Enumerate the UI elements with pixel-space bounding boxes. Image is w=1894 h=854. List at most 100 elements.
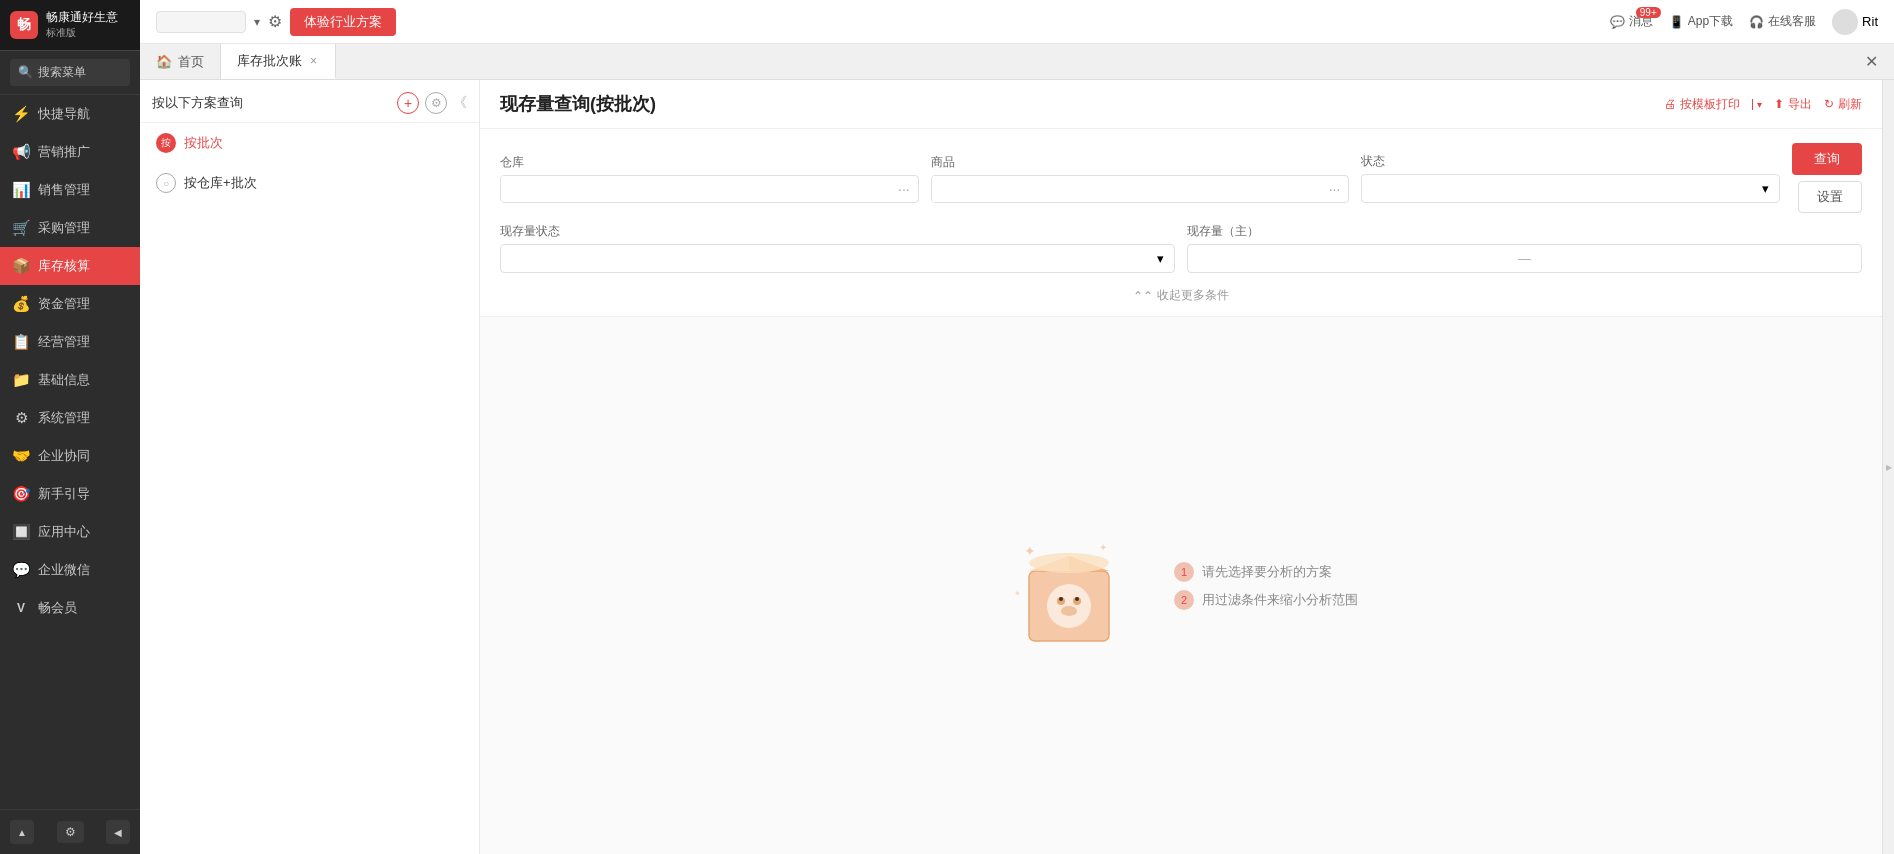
sidebar-item-label: 资金管理 xyxy=(38,295,90,313)
tab-close-button[interactable]: × xyxy=(308,54,319,68)
sidebar-item-label: 库存核算 xyxy=(38,257,90,275)
chevron-down-icon: ▾ xyxy=(1762,181,1769,196)
warehouse-filter-group: 仓库 ··· xyxy=(500,154,919,203)
breadcrumb-input[interactable] xyxy=(156,11,246,33)
sidebar-item-purchase[interactable]: 🛒 采购管理 xyxy=(0,209,140,247)
tab-home-label: 首页 xyxy=(178,53,204,71)
topbar: ▾ ⚙ 体验行业方案 💬 消息 99+ 📱 App下载 🎧 在线客服 Rit xyxy=(140,0,1894,44)
query-button[interactable]: 查询 xyxy=(1792,143,1862,175)
experience-button[interactable]: 体验行业方案 xyxy=(290,8,396,36)
refresh-button[interactable]: ↻ 刷新 xyxy=(1824,96,1862,113)
product-input[interactable] xyxy=(932,176,1321,202)
warehouse-input[interactable] xyxy=(501,176,890,202)
guide-icon: 🎯 xyxy=(12,485,30,503)
sidebar-item-quick-nav[interactable]: ⚡ 快捷导航 xyxy=(0,95,140,133)
topbar-settings-button[interactable]: ⚙ xyxy=(268,12,282,31)
sidebar-item-finance[interactable]: 💰 资金管理 xyxy=(0,285,140,323)
export-button[interactable]: ⬆ 导出 xyxy=(1774,96,1812,113)
sidebar-item-member[interactable]: V 畅会员 xyxy=(0,589,140,627)
scheme-item-by-warehouse-batch[interactable]: ○ 按仓库+批次 xyxy=(140,163,479,203)
scroll-up-button[interactable]: ▲ xyxy=(10,820,34,844)
topbar-left: ▾ ⚙ 体验行业方案 xyxy=(156,8,396,36)
warehouse-more-icon[interactable]: ··· xyxy=(890,181,918,197)
tab-panel-close-button[interactable]: ✕ xyxy=(1849,52,1894,71)
collapse-more-button[interactable]: ⌃⌃ 收起更多条件 xyxy=(1133,287,1229,304)
sidebar-item-wechat[interactable]: 💬 企业微信 xyxy=(0,551,140,589)
scheme-settings-button[interactable]: ⚙ xyxy=(425,92,447,114)
product-more-icon[interactable]: ··· xyxy=(1321,181,1349,197)
settings-footer-button[interactable]: ⚙ xyxy=(57,821,84,843)
filter-area: 仓库 ··· 商品 ··· 状态 xyxy=(480,129,1882,317)
sidebar-item-marketing[interactable]: 📢 营销推广 xyxy=(0,133,140,171)
online-service-button[interactable]: 🎧 在线客服 xyxy=(1749,13,1816,30)
sidebar-item-label: 系统管理 xyxy=(38,409,90,427)
inventory-qty-label: 现存量（主） xyxy=(1187,223,1862,240)
search-menu-button[interactable]: 🔍 搜索菜单 xyxy=(10,59,130,86)
inventory-qty-to-input[interactable] xyxy=(1539,252,1851,266)
chevron-down-icon-2: ▾ xyxy=(1157,251,1164,266)
empty-hints: 1 请先选择要分析的方案 2 用过滤条件来缩小分析范围 xyxy=(1174,562,1358,610)
sidebar-item-label: 企业协同 xyxy=(38,447,90,465)
sidebar-item-guide[interactable]: 🎯 新手引导 xyxy=(0,475,140,513)
right-scroll-indicator[interactable]: ▶ xyxy=(1882,80,1894,854)
breadcrumb-dropdown-button[interactable]: ▾ xyxy=(254,15,260,29)
tab-home[interactable]: 🏠 首页 xyxy=(140,44,221,79)
tab-inventory-batch[interactable]: 库存批次账 × xyxy=(221,44,336,79)
sidebar-item-inventory[interactable]: 📦 库存核算 xyxy=(0,247,140,285)
refresh-label: 刷新 xyxy=(1838,96,1862,113)
filter-collapse-row: ⌃⌃ 收起更多条件 xyxy=(500,283,1862,308)
scheme-item-by-batch[interactable]: 按 按批次 xyxy=(140,123,479,163)
inventory-status-select[interactable]: ▾ xyxy=(500,244,1175,273)
empty-hint-2: 2 用过滤条件来缩小分析范围 xyxy=(1174,590,1358,610)
enterprise-icon: 🤝 xyxy=(12,447,30,465)
warehouse-input-wrapper[interactable]: ··· xyxy=(500,175,919,203)
hint-num-1: 1 xyxy=(1174,562,1194,582)
inventory-qty-from-input[interactable] xyxy=(1198,252,1510,266)
messages-button[interactable]: 💬 消息 99+ xyxy=(1610,13,1653,30)
system-icon: ⚙ xyxy=(12,409,30,427)
hint-text-2: 用过滤条件来缩小分析范围 xyxy=(1202,591,1358,609)
filter-row-1: 仓库 ··· 商品 ··· 状态 xyxy=(500,143,1862,213)
product-input-wrapper[interactable]: ··· xyxy=(931,175,1350,203)
sidebar-item-label: 基础信息 xyxy=(38,371,90,389)
collapse-scheme-panel-button[interactable]: 《 xyxy=(453,94,467,112)
sidebar-item-basic[interactable]: 📁 基础信息 xyxy=(0,361,140,399)
sidebar-item-label: 快捷导航 xyxy=(38,105,90,123)
sales-icon: 📊 xyxy=(12,181,30,199)
app-download-button[interactable]: 📱 App下载 xyxy=(1669,13,1733,30)
finance-icon: 💰 xyxy=(12,295,30,313)
page-title-actions: 🖨 按模板打印 ▾ ⬆ 导出 ↻ 刷新 xyxy=(1664,96,1862,125)
sidebar-item-label: 企业微信 xyxy=(38,561,90,579)
basic-icon: 📁 xyxy=(12,371,30,389)
sidebar-item-system[interactable]: ⚙ 系统管理 xyxy=(0,399,140,437)
sidebar-item-apps[interactable]: 🔲 应用中心 xyxy=(0,513,140,551)
print-dropdown-button[interactable]: ▾ xyxy=(1752,99,1762,110)
export-icon: ⬆ xyxy=(1774,97,1784,111)
inventory-qty-filter-group: 现存量（主） — xyxy=(1187,223,1862,273)
svg-point-4 xyxy=(1029,553,1109,573)
user-profile-button[interactable]: Rit xyxy=(1832,9,1878,35)
sidebar-item-label: 营销推广 xyxy=(38,143,90,161)
scheme-label: 按仓库+批次 xyxy=(184,174,257,192)
scheme-label: 按批次 xyxy=(184,134,223,152)
page-title-row: 现存量查询(按批次) 🖨 按模板打印 ▾ ⬆ 导出 ↻ 刷新 xyxy=(480,80,1882,129)
app-logo: 畅 xyxy=(10,11,38,39)
status-select[interactable]: ▾ xyxy=(1361,174,1780,203)
message-icon: 💬 xyxy=(1610,15,1625,29)
settings-outline-button[interactable]: 设置 xyxy=(1798,181,1862,213)
messages-badge: 99+ xyxy=(1636,7,1661,18)
member-icon: V xyxy=(12,599,30,617)
app-info: 畅康通好生意 标准版 xyxy=(46,10,118,40)
collapse-sidebar-button[interactable]: ◀ xyxy=(106,820,130,844)
sidebar-item-enterprise[interactable]: 🤝 企业协同 xyxy=(0,437,140,475)
add-scheme-button[interactable]: + xyxy=(397,92,419,114)
print-button[interactable]: 🖨 按模板打印 xyxy=(1664,96,1740,113)
search-icon: 🔍 xyxy=(18,65,33,79)
sidebar-item-sales[interactable]: 📊 销售管理 xyxy=(0,171,140,209)
sidebar-item-operations[interactable]: 📋 经营管理 xyxy=(0,323,140,361)
wechat-icon: 💬 xyxy=(12,561,30,579)
app-subtitle: 标准版 xyxy=(46,26,118,40)
operations-icon: 📋 xyxy=(12,333,30,351)
apps-icon: 🔲 xyxy=(12,523,30,541)
sidebar-search-area: 🔍 搜索菜单 xyxy=(0,51,140,95)
